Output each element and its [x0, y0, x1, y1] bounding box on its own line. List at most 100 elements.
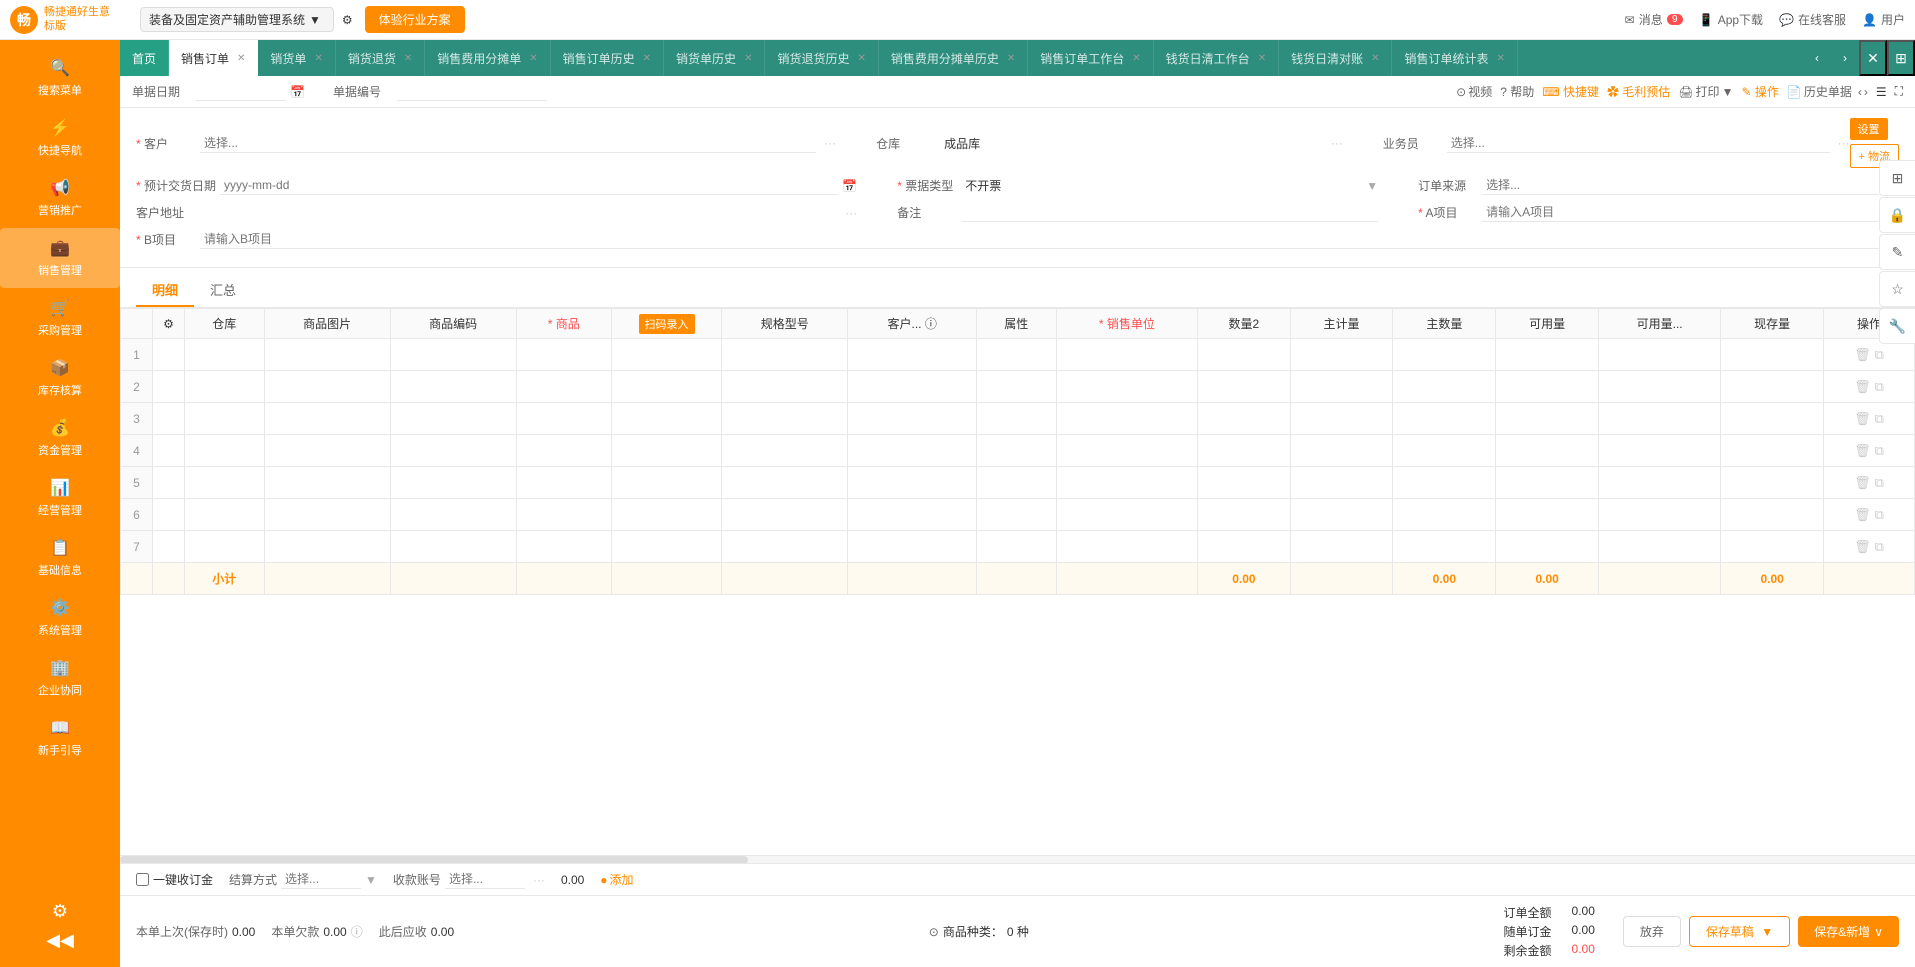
row-spec[interactable] — [722, 435, 848, 467]
order-num-input[interactable]: SO-20230324-001 — [397, 82, 547, 101]
copy-row-icon[interactable]: ⧉ — [1875, 411, 1884, 427]
profit-btn[interactable]: ✿ 毛利预估 — [1607, 83, 1670, 100]
side-panel-btn-1[interactable]: ⊞ — [1879, 160, 1915, 196]
online-service-btn[interactable]: 💬 在线客服 — [1779, 11, 1846, 28]
tab-sales-return[interactable]: 销货单 ✕ — [258, 40, 335, 76]
row-spec[interactable] — [722, 467, 848, 499]
delivery-date-input[interactable] — [220, 176, 838, 195]
copy-row-icon[interactable]: ⧉ — [1875, 475, 1884, 491]
save-new-arrow[interactable]: ∨ — [1874, 925, 1883, 939]
row-sales-unit[interactable] — [1056, 371, 1198, 403]
copy-row-icon[interactable]: ⧉ — [1875, 347, 1884, 363]
sidebar-settings-icon[interactable]: ⚙ — [52, 901, 68, 922]
history-nav-left[interactable]: ‹ — [1858, 85, 1862, 99]
row-main-quantity[interactable] — [1393, 531, 1496, 563]
delete-row-icon[interactable]: 🗑 — [1854, 507, 1871, 523]
tab-close-icon[interactable]: ✕ — [643, 53, 651, 64]
row-quantity2[interactable] — [1198, 339, 1290, 371]
row-product-code[interactable] — [390, 531, 516, 563]
address-more-btn[interactable]: ··· — [845, 206, 857, 220]
row-sales-unit[interactable] — [1056, 467, 1198, 499]
payment-method-input[interactable] — [281, 870, 361, 889]
row-product-code[interactable] — [390, 499, 516, 531]
save-draft-dropdown[interactable]: ▼ — [1761, 925, 1773, 939]
nav-prev-btn[interactable]: ‹ — [1803, 40, 1831, 76]
row-spec[interactable] — [722, 531, 848, 563]
copy-row-icon[interactable]: ⧉ — [1875, 443, 1884, 459]
row-spec[interactable] — [722, 499, 848, 531]
settings-icon[interactable]: ⚙ — [342, 13, 353, 27]
tab-summary[interactable]: 汇总 — [194, 274, 252, 307]
row-product[interactable] — [516, 403, 611, 435]
row-product-code[interactable] — [390, 371, 516, 403]
col-barcode-header[interactable]: 扫码录入 — [611, 309, 722, 339]
tab-close-icon[interactable]: ✕ — [529, 53, 537, 64]
customer-more-btn[interactable]: ··· — [824, 136, 836, 150]
sidebar-item-sales[interactable]: 💼 销售管理 — [0, 228, 120, 288]
row-attributes[interactable] — [977, 339, 1057, 371]
scroll-bar-area[interactable] — [120, 855, 1915, 863]
save-new-btn[interactable]: 保存&新增 ∨ — [1798, 916, 1899, 947]
row-product-code[interactable] — [390, 435, 516, 467]
help-btn[interactable]: ? 帮助 — [1500, 83, 1534, 100]
tab-sales-workspace[interactable]: 销售订单工作台 ✕ — [1028, 40, 1153, 76]
row-warehouse[interactable] — [185, 371, 265, 403]
add-btn[interactable]: ● 添加 — [600, 871, 633, 888]
toolbar-expand-icon[interactable]: ⛶ — [1895, 84, 1903, 99]
tab-sales-refund[interactable]: 销货退货 ✕ — [336, 40, 425, 76]
row-main-quantity[interactable] — [1393, 435, 1496, 467]
sidebar-item-enterprise[interactable]: 🏢 企业协同 — [0, 648, 120, 708]
one-click-checkbox[interactable]: 一键收订金 — [136, 871, 213, 888]
tab-close-icon[interactable]: ✕ — [314, 53, 322, 64]
row-product-code[interactable] — [390, 467, 516, 499]
view-btn[interactable]: ⊙ 视频 — [1456, 83, 1492, 100]
row-warehouse[interactable] — [185, 531, 265, 563]
row-spec[interactable] — [722, 339, 848, 371]
row-attributes[interactable] — [977, 403, 1057, 435]
system-selector[interactable]: 装备及固定资产辅助管理系统 ▼ — [140, 7, 334, 32]
row-product[interactable] — [516, 339, 611, 371]
nav-menu-btn[interactable]: ⊞ — [1887, 40, 1915, 76]
barcode-btn[interactable]: 扫码录入 — [639, 314, 695, 334]
row-customer-code[interactable] — [848, 403, 977, 435]
product-count-icon[interactable]: ⊙ — [929, 925, 939, 939]
row-product[interactable] — [516, 499, 611, 531]
sidebar-collapse-icon[interactable]: ◀◀ — [46, 930, 74, 951]
row-customer-code[interactable] — [848, 435, 977, 467]
tab-close-icon[interactable]: ✕ — [1132, 53, 1140, 64]
print-btn[interactable]: 🖨 打印 ▼ — [1678, 83, 1733, 100]
row-main-quantity[interactable] — [1393, 339, 1496, 371]
side-panel-btn-5[interactable]: 🔧 — [1879, 308, 1915, 344]
tab-sales-order[interactable]: 销售订单 ✕ — [169, 40, 258, 76]
sidebar-item-purchase[interactable]: 🛒 采购管理 — [0, 288, 120, 348]
delete-row-icon[interactable]: 🗑 — [1854, 475, 1871, 491]
row-product[interactable] — [516, 467, 611, 499]
remark-input[interactable] — [961, 203, 1378, 222]
tab-close-icon[interactable]: ✕ — [404, 53, 412, 64]
tab-sales-order-history[interactable]: 销售订单历史 ✕ — [551, 40, 664, 76]
scroll-bar[interactable] — [120, 856, 748, 863]
receipt-account-input[interactable] — [445, 870, 525, 889]
delete-row-icon[interactable]: 🗑 — [1854, 443, 1871, 459]
tab-cash-workspace[interactable]: 钱货日清工作台 ✕ — [1154, 40, 1279, 76]
row-customer-code[interactable] — [848, 371, 977, 403]
history-nav-right[interactable]: › — [1864, 85, 1868, 99]
salesperson-input[interactable] — [1447, 134, 1830, 153]
save-draft-btn[interactable]: 保存草稿 ▼ — [1689, 916, 1790, 947]
copy-row-icon[interactable]: ⧉ — [1875, 539, 1884, 555]
operation-btn[interactable]: ✎ 操作 — [1741, 83, 1778, 100]
row-sales-unit[interactable] — [1056, 403, 1198, 435]
row-sales-unit[interactable] — [1056, 435, 1198, 467]
row-quantity2[interactable] — [1198, 531, 1290, 563]
side-panel-btn-2[interactable]: 🔒 — [1879, 197, 1915, 233]
copy-row-icon[interactable]: ⧉ — [1875, 507, 1884, 523]
delete-row-icon[interactable]: 🗑 — [1854, 379, 1871, 395]
toolbar-list-icon[interactable]: ☰ — [1876, 85, 1887, 99]
delivery-calendar-icon[interactable]: 📅 — [842, 179, 857, 193]
row-customer-code[interactable] — [848, 467, 977, 499]
tab-close-icon[interactable]: ✕ — [1497, 53, 1505, 64]
one-click-input[interactable] — [136, 873, 149, 886]
tab-close-icon[interactable]: ✕ — [1258, 53, 1266, 64]
row-product-code[interactable] — [390, 403, 516, 435]
sidebar-item-basic-info[interactable]: 📋 基础信息 — [0, 528, 120, 588]
